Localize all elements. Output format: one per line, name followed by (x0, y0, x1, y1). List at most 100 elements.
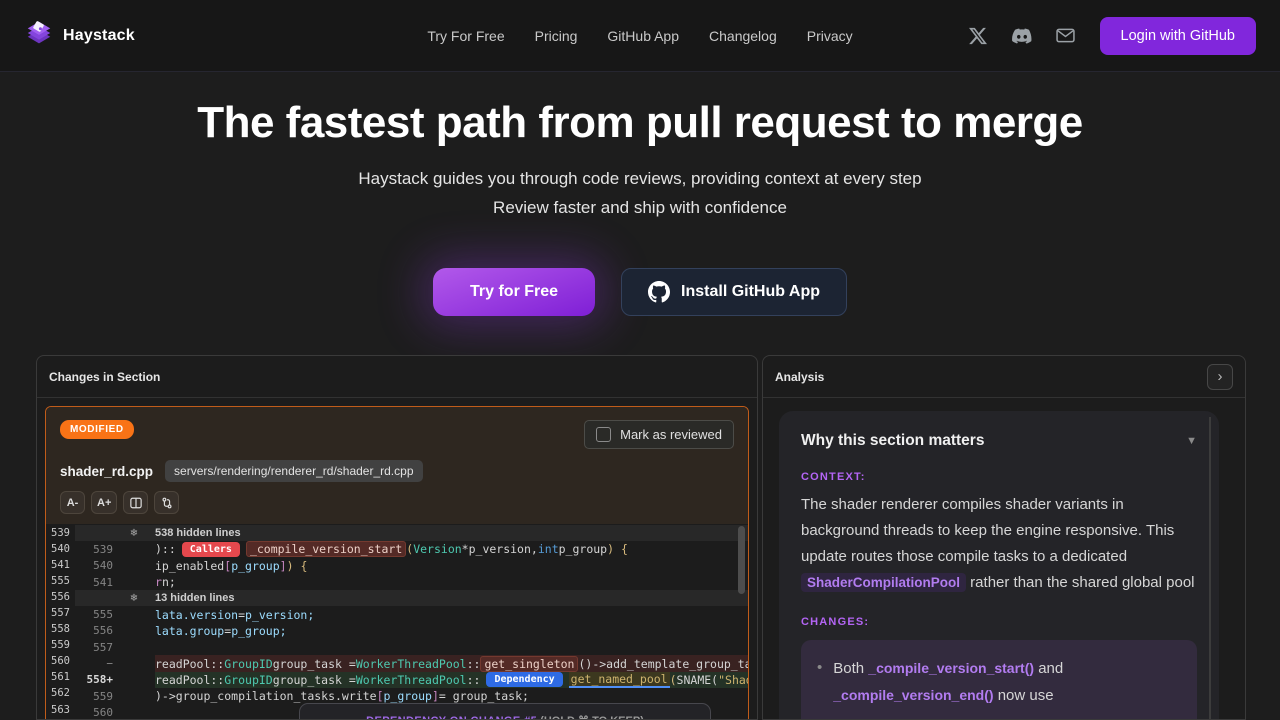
line-number: 555 (93, 608, 113, 622)
code-token: group_task = (272, 656, 356, 671)
code-token: _compile_version_start (245, 541, 407, 558)
discord-icon[interactable] (1011, 26, 1032, 46)
old-line-number: 563 (51, 703, 70, 716)
diff-row[interactable]: ❄ 13 hidden lines (75, 590, 748, 607)
haystack-logo-icon (24, 18, 54, 53)
line-number: 559 (93, 689, 113, 703)
brand-name: Haystack (63, 26, 135, 44)
code-token: Version (413, 542, 462, 557)
old-line-number: 558 (51, 623, 70, 636)
diff-row[interactable]: − readPool:: GroupID group_task = WorkerTh… (75, 655, 748, 672)
diff-row[interactable]: 541 r n; (75, 574, 748, 590)
bullet-icon: • (817, 659, 823, 676)
code-token: n; (161, 575, 176, 590)
code-token: ip_enabled (155, 558, 225, 573)
code-token: WorkerThreadPool (355, 656, 467, 671)
old-line-number: 561 (51, 671, 70, 684)
install-github-app-label: Install GitHub App (681, 283, 820, 300)
code-token: ( (406, 542, 414, 557)
hidden-lines-icon: ❄ (129, 592, 139, 604)
email-icon[interactable] (1056, 26, 1076, 46)
diff-row[interactable]: 539):: Callers _compile_version_start(Ver… (75, 541, 748, 558)
changes-panel-header: Changes in Section (37, 356, 757, 398)
code-token: ] (279, 558, 287, 573)
diff-row[interactable]: 559)->group_compilation_tasks.write[p_gr… (75, 688, 748, 704)
dependency-tooltip-hint: (HOLD ⌘ TO KEEP) (537, 715, 644, 719)
collapse-triangle-icon[interactable]: ▼ (1186, 435, 1197, 447)
diff-card-header: MODIFIED Mark as reviewed shader_rd.cpp … (46, 407, 748, 524)
line-number: 540 (93, 559, 113, 573)
code-token: p_group; (231, 623, 287, 638)
nav-link[interactable]: Changelog (709, 28, 777, 44)
login-github-button[interactable]: Login with GitHub (1099, 16, 1256, 55)
context-code-chip[interactable]: ShaderCompilationPool (801, 573, 967, 592)
old-line-number: 560 (51, 655, 70, 668)
code-token: = (224, 623, 232, 638)
dependency-tooltip-label: DEPENDENCY ON CHANGE #5 (366, 715, 537, 719)
code-diff-area[interactable]: 539 540 541 555 556 557 558 559 560 561 562 563 ❄ 53… (46, 524, 748, 719)
x-twitter-icon[interactable] (968, 26, 988, 46)
changes-bullet-item: • Both _compile_version_start() and _com… (801, 640, 1197, 719)
old-line-number: 540 (51, 543, 70, 556)
font-smaller-button[interactable]: A- (60, 491, 85, 514)
hero-subtitle-line1: Haystack guides you through code reviews… (358, 169, 922, 188)
mark-reviewed-checkbox[interactable] (596, 427, 612, 442)
code-token: group_task = (272, 672, 356, 687)
try-for-free-button[interactable]: Try for Free (433, 268, 596, 316)
analysis-panel-title: Analysis (775, 369, 825, 384)
code-token: lata.version (155, 607, 239, 622)
file-path-chip[interactable]: servers/rendering/renderer_rd/shader_rd.… (165, 460, 423, 482)
nav-links: Try For Free Pricing GitHub App Changelog Pr… (427, 28, 852, 44)
bullet-text-2: and (1034, 660, 1064, 677)
analysis-scrollbar[interactable] (1209, 417, 1211, 719)
brand[interactable]: Haystack (24, 18, 135, 53)
mark-as-reviewed-button[interactable]: Mark as reviewed (584, 420, 734, 449)
code-token: ) { (286, 558, 308, 573)
bullet-code-1[interactable]: _compile_version_start() (868, 660, 1034, 676)
code-line: readPool:: GroupID group_task = WorkerThr… (155, 655, 748, 672)
code-token: "ShaderComp (718, 672, 748, 687)
diff-row[interactable]: ❄ 538 hidden lines (75, 525, 748, 542)
code-token: r (155, 575, 162, 590)
nav-link[interactable]: GitHub App (607, 28, 679, 44)
code-token: :: (466, 656, 481, 671)
code-token: *p_version, (461, 542, 538, 557)
split-view-button[interactable] (123, 491, 149, 514)
bullet-text: Both _compile_version_start() and _compi… (833, 655, 1181, 709)
modified-badge: MODIFIED (60, 420, 134, 439)
font-larger-button[interactable]: A+ (91, 491, 118, 514)
nav-link[interactable]: Try For Free (427, 28, 504, 44)
diff-row[interactable]: 540 ip_enabled[p_group]) { (75, 558, 748, 574)
hidden-lines-row: 538 hidden lines (155, 525, 748, 541)
bullet-code-2[interactable]: _compile_version_end() (833, 687, 993, 703)
old-line-number: 555 (51, 575, 70, 588)
analysis-panel-header: Analysis › (763, 356, 1245, 398)
code-token: GroupID (224, 656, 273, 671)
compare-button[interactable] (154, 491, 180, 514)
context-text-pre: The shader renderer compiles shader vari… (801, 496, 1175, 565)
context-paragraph: The shader renderer compiles shader vari… (801, 492, 1197, 596)
line-number: 557 (93, 640, 113, 654)
code-scrollbar-thumb[interactable] (738, 526, 745, 594)
code-token: )->group_compilation_tasks.write (155, 689, 377, 704)
diff-row[interactable]: 556 lata.group = p_group; (75, 623, 748, 639)
expand-panel-button[interactable]: › (1207, 363, 1233, 390)
code-token: = group_task; (438, 689, 529, 704)
diff-rows: ❄ 538 hidden lines 539):: Callers _compile_… (75, 524, 748, 719)
code-token: p_group (231, 558, 280, 573)
dependency-badge[interactable]: Dependency (486, 672, 563, 688)
hero-subtitle-line2: Review faster and ship with confidence (493, 198, 787, 217)
hidden-lines-row: 13 hidden lines (155, 590, 748, 606)
install-github-app-button[interactable]: Install GitHub App (621, 268, 847, 316)
diff-row[interactable]: 558+ readPool:: GroupID group_task = Worke… (75, 671, 748, 688)
diff-row[interactable]: 557 (75, 639, 748, 655)
diff-row[interactable]: 555 lata.version = p_version; (75, 606, 748, 622)
line-number: − (106, 657, 113, 671)
hidden-lines-icon: ❄ (129, 527, 139, 539)
code-token: lata.group (155, 623, 225, 638)
code-token: ()->add_template_group_task(thi (578, 656, 748, 671)
callers-badge[interactable]: Callers (181, 541, 240, 557)
nav-link[interactable]: Privacy (807, 28, 853, 44)
nav-link[interactable]: Pricing (535, 28, 578, 44)
code-token: p_group (383, 689, 432, 704)
